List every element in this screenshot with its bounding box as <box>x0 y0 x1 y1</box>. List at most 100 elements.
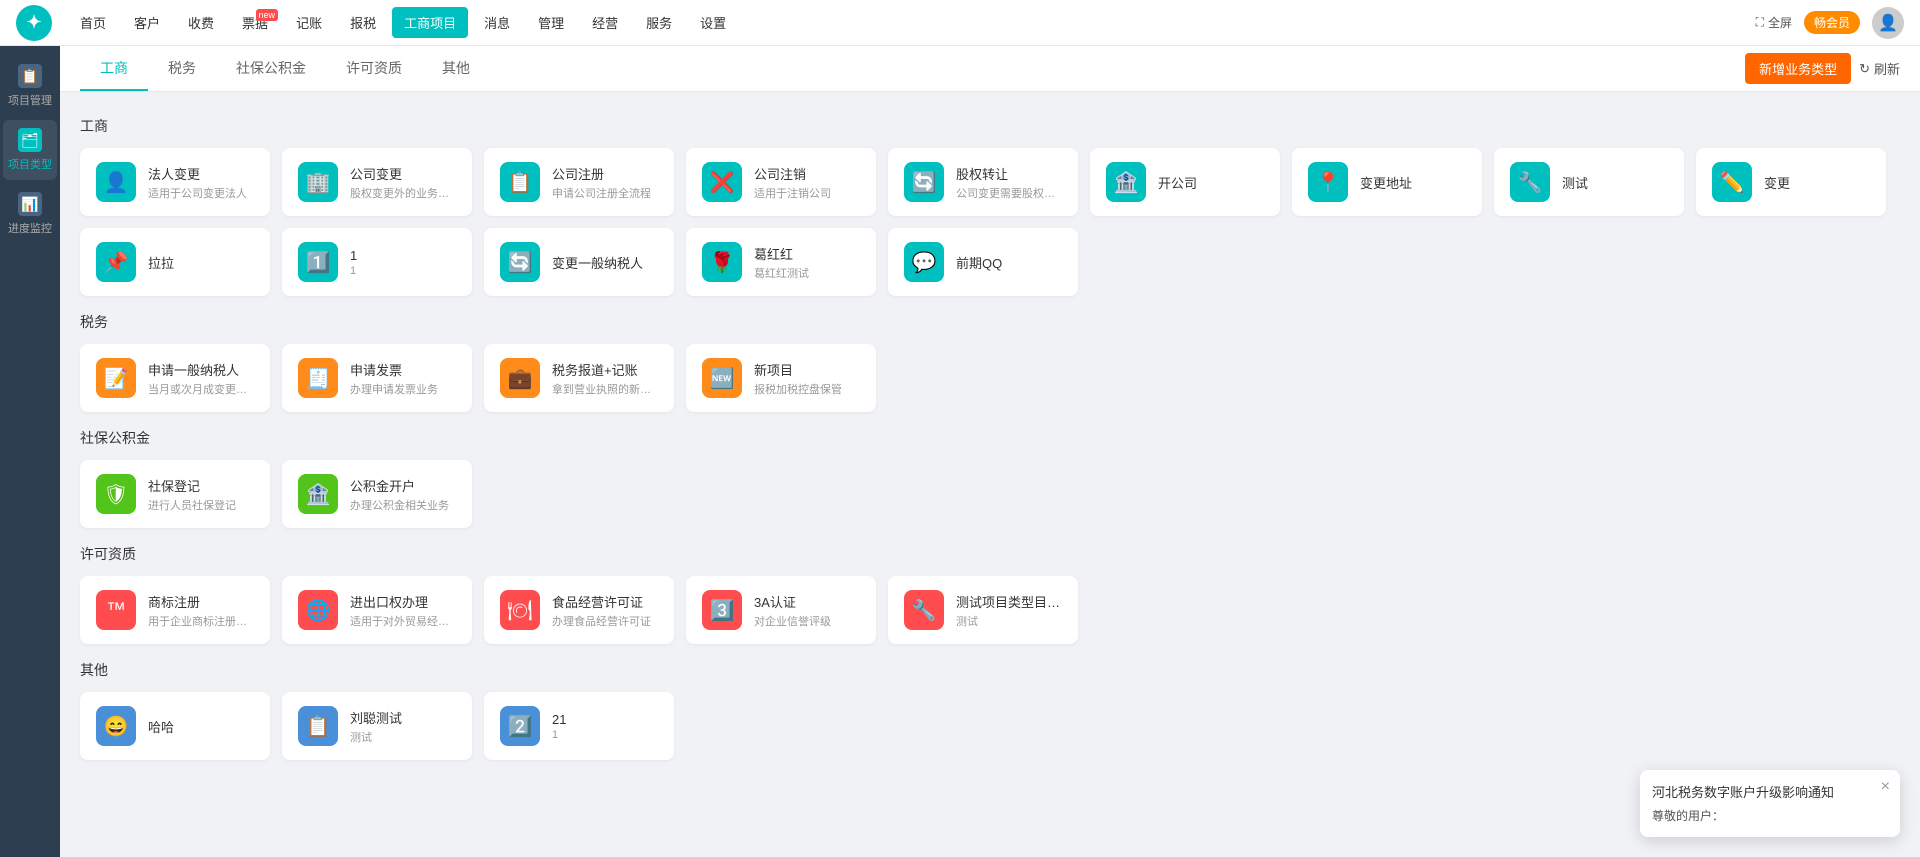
card-icon: 3️⃣ <box>702 590 742 630</box>
card-info: 测试 <box>1562 173 1668 192</box>
card-申请发票[interactable]: 🧾申请发票办理申请发票业务 <box>282 344 472 412</box>
refresh-button[interactable]: ↻ 刷新 <box>1859 59 1900 78</box>
notification-content: 尊敬的用户： <box>1652 807 1888 825</box>
card-法人变更[interactable]: 👤法人变更适用于公司变更法人 <box>80 148 270 216</box>
card-公司注册[interactable]: 📋公司注册申请公司注册全流程 <box>484 148 674 216</box>
vip-button[interactable]: 畅会员 <box>1804 11 1860 34</box>
card-哈哈[interactable]: 😄哈哈 <box>80 692 270 760</box>
card-进出口权办理[interactable]: 🌐进出口权办理适用于对外贸易经营者 <box>282 576 472 644</box>
nav-item-工商项目[interactable]: 工商项目 <box>392 7 468 38</box>
nav-item-设置[interactable]: 设置 <box>688 7 738 38</box>
sidebar-item-进度监控[interactable]: 📊 进度监控 <box>3 184 57 244</box>
sidebar-label: 项目类型 <box>8 156 52 172</box>
sidebar-item-项目管理[interactable]: 📋 项目管理 <box>3 56 57 116</box>
tabs: 工商税务社保公积金许可资质其他 <box>80 46 490 91</box>
card-变更一般纳税人[interactable]: 🔄变更一般纳税人 <box>484 228 674 296</box>
tab-工商[interactable]: 工商 <box>80 46 148 91</box>
content-area: 工商👤法人变更适用于公司变更法人🏢公司变更股权变更外的业务变更📋公司注册申请公司… <box>60 92 1920 792</box>
card-info: 公司注销适用于注销公司 <box>754 164 860 201</box>
card-icon: 💼 <box>500 358 540 398</box>
sidebar-label: 项目管理 <box>8 92 52 108</box>
card-title: 1 <box>350 248 456 263</box>
card-开公司[interactable]: 🏦开公司 <box>1090 148 1280 216</box>
card-公司变更[interactable]: 🏢公司变更股权变更外的业务变更 <box>282 148 472 216</box>
sidebar-icon: 📊 <box>18 192 42 216</box>
card-title: 21 <box>552 712 658 727</box>
card-测试项目类型目定义[interactable]: 🔧测试项目类型目定义测试 <box>888 576 1078 644</box>
card-食品经营许可证[interactable]: 🍽食品经营许可证办理食品经营许可证 <box>484 576 674 644</box>
card-icon: 📋 <box>298 706 338 746</box>
card-葛红红[interactable]: 🌹葛红红葛红红测试 <box>686 228 876 296</box>
nav-item-管理[interactable]: 管理 <box>526 7 576 38</box>
card-1[interactable]: 1️⃣11 <box>282 228 472 296</box>
card-title: 公司注册 <box>552 164 658 183</box>
card-title: 税务报道+记账 <box>552 360 658 379</box>
card-icon: 🔄 <box>500 242 540 282</box>
card-税务报道+记账[interactable]: 💼 税务报道+记账拿到营业执照的新公司 <box>484 344 674 412</box>
card-info: 开公司 <box>1158 173 1264 192</box>
card-股权转让[interactable]: 🔄股权转让公司变更需要股权转让 <box>888 148 1078 216</box>
card-新项目[interactable]: 🆕新项目报税加税控盘保管 <box>686 344 876 412</box>
card-测试[interactable]: 🔧测试 <box>1494 148 1684 216</box>
card-icon: 📌 <box>96 242 136 282</box>
card-刘聪测试[interactable]: 📋刘聪测试测试 <box>282 692 472 760</box>
card-商标注册[interactable]: ™商标注册用于企业商标注册服务 <box>80 576 270 644</box>
tab-actions: 新增业务类型 ↻ 刷新 <box>1745 53 1900 84</box>
card-3A认证[interactable]: 3️⃣3A认证对企业信誉评级 <box>686 576 876 644</box>
nav-item-收费[interactable]: 收费 <box>176 7 226 38</box>
card-desc: 股权变更外的业务变更 <box>350 185 456 201</box>
cards-grid: 😄哈哈📋刘聪测试测试2️⃣211 <box>80 692 1900 760</box>
card-title: 葛红红 <box>754 244 860 263</box>
card-拉拉[interactable]: 📌 拉拉 <box>80 228 270 296</box>
card-前期QQ[interactable]: 💬前期QQ <box>888 228 1078 296</box>
nav-item-经营[interactable]: 经营 <box>580 7 630 38</box>
card-申请一般纳税人[interactable]: 📝申请一般纳税人当月或次月成变更完成 <box>80 344 270 412</box>
nav-item-首页[interactable]: 首页 <box>68 7 118 38</box>
tab-社保公积金[interactable]: 社保公积金 <box>216 46 326 91</box>
nav-item-消息[interactable]: 消息 <box>472 7 522 38</box>
nav-item-记账[interactable]: 记账 <box>284 7 334 38</box>
card-21[interactable]: 2️⃣211 <box>484 692 674 760</box>
card-title: 公积金开户 <box>350 476 456 495</box>
card-desc: 办理公积金相关业务 <box>350 497 456 513</box>
nav-item-报税[interactable]: 报税 <box>338 7 388 38</box>
card-icon: 🍽 <box>500 590 540 630</box>
card-公司注销[interactable]: ❌公司注销适用于注销公司 <box>686 148 876 216</box>
card-desc: 公司变更需要股权转让 <box>956 185 1062 201</box>
card-desc: 适用于对外贸易经营者 <box>350 613 456 629</box>
user-avatar[interactable]: 👤 <box>1872 7 1904 39</box>
card-info: 税务报道+记账拿到营业执照的新公司 <box>552 360 658 397</box>
card-info: 股权转让公司变更需要股权转让 <box>956 164 1062 201</box>
card-社保登记[interactable]: 🛡社保登记进行人员社保登记 <box>80 460 270 528</box>
fullscreen-label: 全屏 <box>1768 14 1792 31</box>
card-变更[interactable]: ✏️变更 <box>1696 148 1886 216</box>
refresh-icon: ↻ <box>1859 61 1870 77</box>
tab-其他[interactable]: 其他 <box>422 46 490 91</box>
card-icon: 🆕 <box>702 358 742 398</box>
card-icon: 🔧 <box>904 590 944 630</box>
sidebar-icon: 📋 <box>18 64 42 88</box>
card-icon: 1️⃣ <box>298 242 338 282</box>
card-title: 前期QQ <box>956 253 1062 272</box>
card-title: 拉拉 <box>148 253 254 272</box>
card-info: 进出口权办理适用于对外贸易经营者 <box>350 592 456 629</box>
new-type-button[interactable]: 新增业务类型 <box>1745 53 1851 84</box>
nav-item-服务[interactable]: 服务 <box>634 7 684 38</box>
card-公积金开户[interactable]: 🏦公积金开户办理公积金相关业务 <box>282 460 472 528</box>
fullscreen-btn[interactable]: ⛶ 全屏 <box>1756 14 1792 31</box>
tab-许可资质[interactable]: 许可资质 <box>326 46 422 91</box>
tab-税务[interactable]: 税务 <box>148 46 216 91</box>
card-变更地址[interactable]: 📍变更地址 <box>1292 148 1482 216</box>
section-税务: 税务📝申请一般纳税人当月或次月成变更完成🧾申请发票办理申请发票业务💼税务报道+记… <box>80 312 1900 412</box>
card-info: 前期QQ <box>956 253 1062 272</box>
section-社保公积金: 社保公积金🛡社保登记进行人员社保登记🏦公积金开户办理公积金相关业务 <box>80 428 1900 528</box>
nav-item-客户[interactable]: 客户 <box>122 7 172 38</box>
nav-item-票据[interactable]: 票据new <box>230 7 280 38</box>
notification-close[interactable]: × <box>1881 778 1890 796</box>
nav-items: 首页客户收费票据new记账报税工商项目消息管理经营服务设置 <box>68 7 1756 38</box>
sidebar-item-项目类型[interactable]: 🗂项目类型 <box>3 120 57 180</box>
card-desc: 测试 <box>956 613 1062 629</box>
card-desc: 适用于注销公司 <box>754 185 860 201</box>
nav-right: ⛶ 全屏 畅会员 👤 <box>1756 7 1904 39</box>
sidebar-label: 进度监控 <box>8 220 52 236</box>
